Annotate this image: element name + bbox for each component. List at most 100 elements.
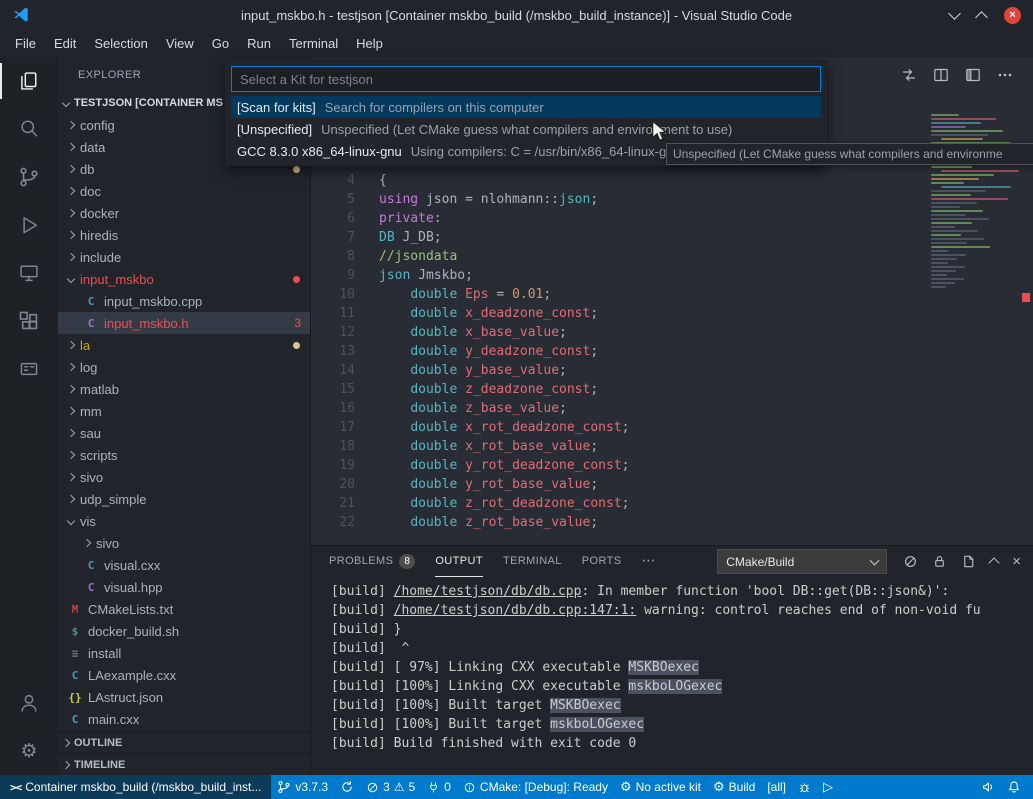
line-number[interactable]: 12 [311, 323, 379, 342]
line-number[interactable]: 9 [311, 266, 379, 285]
activity-source-control[interactable] [0, 153, 58, 201]
code-line[interactable]: 6 private: [311, 209, 913, 228]
tree-folder-la[interactable]: la [58, 334, 310, 356]
activity-explorer[interactable] [0, 57, 58, 105]
build-target-button[interactable]: [all] [761, 775, 792, 799]
tree-folder-vis[interactable]: vis [58, 510, 310, 532]
tree-folder-include[interactable]: include [58, 246, 310, 268]
tree-folder-sivo[interactable]: sivo [58, 466, 310, 488]
launch-button[interactable]: ▷ [817, 775, 839, 799]
activity-remote-containers[interactable] [0, 345, 58, 393]
cmake-status[interactable]: CMake: [Debug]: Ready [457, 775, 614, 799]
menu-file[interactable]: File [6, 30, 45, 57]
line-number[interactable]: 4 [311, 171, 379, 190]
overview-ruler[interactable] [1019, 57, 1033, 545]
line-number[interactable]: 6 [311, 209, 379, 228]
menu-go[interactable]: Go [203, 30, 238, 57]
code-line[interactable]: 20 double y_rot_base_value; [311, 475, 913, 494]
menu-edit[interactable]: Edit [45, 30, 85, 57]
code-line[interactable]: 9 json Jmskbo; [311, 266, 913, 285]
output-file-link[interactable]: /home/testjson/db/db.cpp:147:1: [394, 603, 637, 618]
line-number[interactable]: 21 [311, 494, 379, 513]
output-channel-select[interactable]: CMake/Build [717, 549, 888, 574]
code-line[interactable]: 19 double y_rot_deadzone_const; [311, 456, 913, 475]
minimap[interactable] [927, 112, 1019, 288]
maximize-button[interactable] [975, 10, 988, 24]
open-changes-icon[interactable] [901, 67, 917, 83]
tree-file-input_mskbo.h[interactable]: Cinput_mskbo.h 3 [58, 312, 310, 334]
code-line[interactable]: 10 double Eps = 0.01; [311, 285, 913, 304]
line-number[interactable]: 14 [311, 361, 379, 380]
close-panel-icon[interactable]: × [1012, 554, 1021, 569]
announcement-button[interactable] [975, 775, 1001, 799]
code-line[interactable]: 16 double z_base_value; [311, 399, 913, 418]
code-line[interactable]: 14 double y_base_value; [311, 361, 913, 380]
panel-tab-terminal[interactable]: TERMINAL [503, 546, 562, 577]
activity-extensions[interactable] [0, 297, 58, 345]
code-line[interactable]: 8//jsondata [311, 247, 913, 266]
quick-pick-item[interactable]: [Unspecified] Unspecified (Let CMake gues… [231, 118, 821, 140]
menu-terminal[interactable]: Terminal [280, 30, 347, 57]
tree-folder-matlab[interactable]: matlab [58, 378, 310, 400]
tree-folder-udp_simple[interactable]: udp_simple [58, 488, 310, 510]
activity-run-debug[interactable] [0, 201, 58, 249]
tree-folder-sau[interactable]: sau [58, 422, 310, 444]
code-line[interactable]: 5 using json = nlohmann::json; [311, 190, 913, 209]
split-editor-icon[interactable] [933, 67, 949, 83]
clear-output-icon[interactable] [903, 554, 918, 569]
menu-run[interactable]: Run [238, 30, 280, 57]
tree-file-visual.hpp[interactable]: Cvisual.hpp [58, 576, 310, 598]
code-line[interactable]: 15 double z_deadzone_const; [311, 380, 913, 399]
line-number[interactable]: 19 [311, 456, 379, 475]
tree-folder-doc[interactable]: doc [58, 180, 310, 202]
code-line[interactable]: 18 double x_rot_base_value; [311, 437, 913, 456]
notifications-button[interactable] [1001, 775, 1033, 799]
code-line[interactable]: 21 double z_rot_deadzone_const; [311, 494, 913, 513]
line-number[interactable]: 8 [311, 247, 379, 266]
line-number[interactable]: 10 [311, 285, 379, 304]
close-button[interactable]: × [1004, 6, 1021, 24]
customize-layout-icon[interactable] [965, 67, 981, 83]
ports-status[interactable]: 0 [421, 775, 457, 799]
panel-more-tabs[interactable]: ⋯ [642, 546, 656, 577]
code-line[interactable]: 12 double x_base_value; [311, 323, 913, 342]
menu-help[interactable]: Help [347, 30, 392, 57]
code-line[interactable]: 13 double y_deadzone_const; [311, 342, 913, 361]
panel-tab-problems[interactable]: PROBLEMS 8 [329, 546, 416, 577]
line-number[interactable]: 16 [311, 399, 379, 418]
tree-file-LAexample.cxx[interactable]: C LAexample.cxx [58, 664, 310, 686]
tree-folder-log[interactable]: log [58, 356, 310, 378]
sync-status[interactable] [334, 775, 360, 799]
active-kit-status[interactable]: ⚙ No active kit [614, 775, 707, 799]
outline-section-header[interactable]: OUTLINE [58, 731, 310, 753]
line-number[interactable]: 17 [311, 418, 379, 437]
panel-tab-output[interactable]: OUTPUT [435, 546, 483, 577]
auto-scroll-lock-icon[interactable] [932, 554, 947, 569]
line-number[interactable]: 18 [311, 437, 379, 456]
tree-folder-mm[interactable]: mm [58, 400, 310, 422]
timeline-section-header[interactable]: TIMELINE [58, 753, 310, 775]
cmake-build-button[interactable]: ⚙ Build [707, 775, 761, 799]
tree-file-main.cxx[interactable]: Cmain.cxx [58, 708, 310, 730]
settings-button[interactable]: ⚙ [0, 727, 58, 775]
code-line[interactable]: 22 double z_rot_base_value; [311, 513, 913, 532]
git-branch-status[interactable]: v3.7.3 [271, 775, 334, 799]
activity-remote-explorer[interactable] [0, 249, 58, 297]
kit-select-input[interactable] [231, 66, 821, 92]
panel-tab-ports[interactable]: PORTS [582, 546, 622, 577]
tree-folder-sivo[interactable]: sivo [58, 532, 310, 554]
tree-file-LAstruct.json[interactable]: {} LAstruct.json [58, 686, 310, 708]
tree-folder-input_mskbo[interactable]: input_mskbo [58, 268, 310, 290]
more-actions-icon[interactable] [997, 67, 1013, 83]
tree-folder-hiredis[interactable]: hiredis [58, 224, 310, 246]
quick-pick-item[interactable]: [Scan for kits] Search for compilers on t… [231, 96, 821, 118]
line-number[interactable]: 15 [311, 380, 379, 399]
activity-search[interactable] [0, 105, 58, 153]
tree-folder-scripts[interactable]: scripts [58, 444, 310, 466]
tree-file-install[interactable]: ≡ install [58, 642, 310, 664]
line-number[interactable]: 7 [311, 228, 379, 247]
code-line[interactable]: 11 double x_deadzone_const; [311, 304, 913, 323]
debug-button[interactable] [792, 775, 817, 799]
code-line[interactable]: 17 double x_rot_deadzone_const; [311, 418, 913, 437]
code-line[interactable]: 7 DB J_DB; [311, 228, 913, 247]
